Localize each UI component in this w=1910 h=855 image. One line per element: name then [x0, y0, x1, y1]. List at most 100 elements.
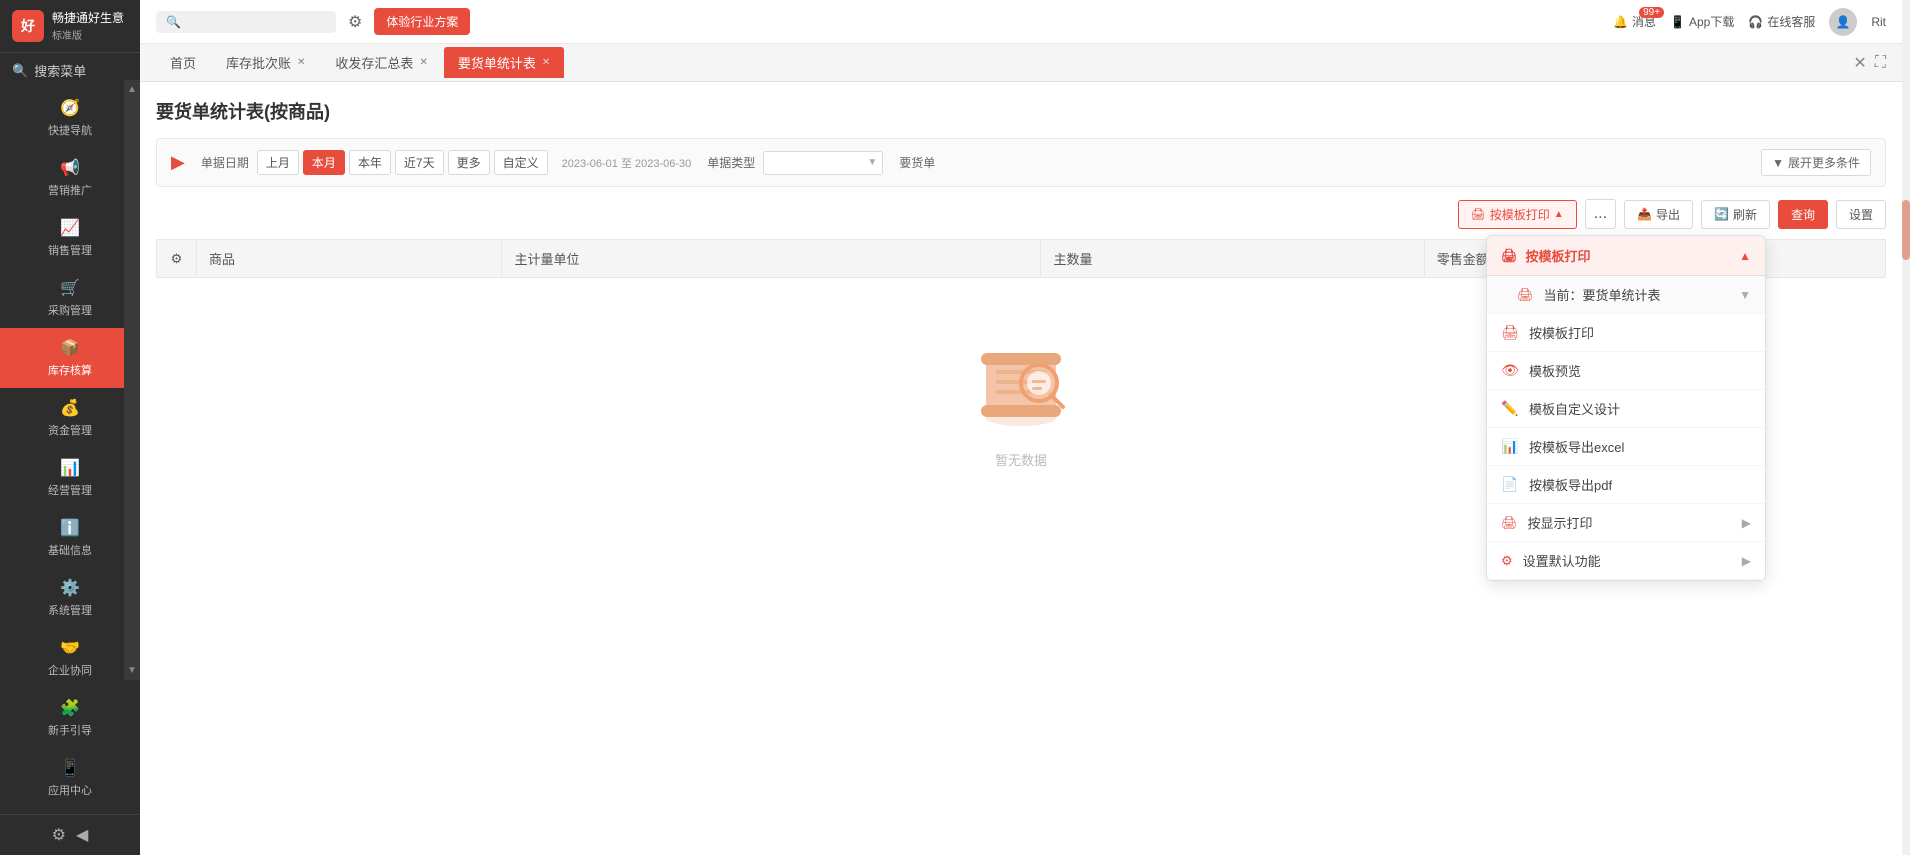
- template-excel-icon: 📊: [1501, 438, 1519, 455]
- operations-icon: 📊: [60, 458, 80, 478]
- print-btn-label: 按模板打印: [1490, 206, 1550, 223]
- tab-order-summary[interactable]: 要货单统计表 ✕: [444, 47, 564, 78]
- collapse-icon[interactable]: ◀: [76, 825, 88, 845]
- app-version: 标准版: [52, 27, 124, 42]
- nav-label: 经营管理: [48, 482, 92, 498]
- more-date-btn[interactable]: 更多: [448, 150, 490, 175]
- sidebar-item-quick-nav[interactable]: 🧭 快捷导航: [0, 88, 140, 148]
- online-service-btn[interactable]: 🎧 在线客服: [1748, 13, 1815, 30]
- settings-label: 设置: [1849, 206, 1873, 223]
- user-name: Rit: [1871, 15, 1886, 29]
- this-month-btn[interactable]: 本月: [303, 150, 345, 175]
- finance-icon: 💰: [60, 398, 80, 418]
- refresh-btn[interactable]: 🔄 刷新: [1701, 200, 1770, 229]
- settings-btn[interactable]: 设置: [1836, 200, 1886, 229]
- sidebar-item-finance[interactable]: 💰 资金管理: [0, 388, 140, 448]
- sidebar-item-marketing[interactable]: 📢 营销推广: [0, 148, 140, 208]
- current-template-label: 当前：要货单统计表: [1544, 285, 1661, 304]
- dropdown-template-excel[interactable]: 📊 按模板导出excel: [1487, 428, 1765, 466]
- sidebar-item-guide[interactable]: 🧩 新手引导: [0, 688, 140, 748]
- last-7-days-btn[interactable]: 近7天: [395, 150, 444, 175]
- refresh-label: 刷新: [1733, 206, 1757, 223]
- expand-window-btn[interactable]: ⛶: [1875, 54, 1886, 72]
- tab-close-receipt-summary[interactable]: ✕: [419, 57, 427, 68]
- more-btn[interactable]: ...: [1585, 199, 1616, 229]
- experience-btn[interactable]: 体验行业方案: [374, 8, 470, 35]
- logo-icon: 好: [12, 10, 44, 42]
- sidebar-item-appstore[interactable]: 📱 应用中心: [0, 748, 140, 808]
- system-icon: ⚙️: [60, 578, 80, 598]
- template-preview-label: 模板预览: [1529, 361, 1581, 380]
- right-scrollbar[interactable]: [1902, 0, 1910, 855]
- type-filter-label: 单据类型: [707, 154, 755, 171]
- tab-receipt-summary[interactable]: 收发存汇总表 ✕: [321, 47, 441, 78]
- query-btn[interactable]: 查询: [1778, 200, 1828, 229]
- export-icon: 📤: [1637, 207, 1652, 221]
- custom-date-btn[interactable]: 自定义: [494, 150, 548, 175]
- nav-label: 营销推广: [48, 182, 92, 198]
- sidebar-item-system[interactable]: ⚙️ 系统管理: [0, 568, 140, 628]
- col-settings[interactable]: ⚙: [157, 240, 197, 278]
- sidebar-item-collab[interactable]: 🤝 企业协同: [0, 628, 140, 688]
- print-template-btn[interactable]: 🖨 按模板打印 ▲: [1458, 200, 1577, 229]
- notification-btn[interactable]: 🔔 消息 99+: [1613, 13, 1656, 30]
- col-product: 商品: [197, 240, 502, 278]
- close-window-btn[interactable]: ✕: [1853, 53, 1866, 73]
- nav-label: 快捷导航: [48, 122, 92, 138]
- template-design-icon: ✏️: [1501, 400, 1519, 417]
- megaphone-icon: 📢: [60, 158, 80, 178]
- dropdown-template-design[interactable]: ✏️ 模板自定义设计: [1487, 390, 1765, 428]
- dropdown-display-print[interactable]: 🖨 按显示打印 ▶: [1487, 504, 1765, 542]
- sidebar-scroll-down[interactable]: ▼: [127, 665, 137, 676]
- print-dropdown: 🖨 按模板打印 ▲ 🖨 当前：要货单统计表 ▼ 🖨 按模板打印: [1486, 235, 1766, 581]
- tab-home[interactable]: 首页: [156, 47, 210, 78]
- avatar[interactable]: 👤: [1829, 8, 1857, 36]
- sidebar-item-sales[interactable]: 📈 销售管理: [0, 208, 140, 268]
- template-design-label: 模板自定义设计: [1529, 399, 1620, 418]
- sidebar-item-purchase[interactable]: 🛒 采购管理: [0, 268, 140, 328]
- sidebar-item-operations[interactable]: 📊 经营管理: [0, 448, 140, 508]
- nav-label: 新手引导: [48, 722, 92, 738]
- tab-close-order-summary[interactable]: ✕: [542, 57, 550, 68]
- set-default-label: 设置默认功能: [1523, 551, 1601, 570]
- date-btn-group: 上月 本月 本年 近7天 更多 自定义: [257, 150, 548, 175]
- dropdown-template-pdf[interactable]: 📄 按模板导出pdf: [1487, 466, 1765, 504]
- expand-more-btn[interactable]: ▼ 展开更多条件: [1761, 149, 1871, 176]
- tab-label: 收发存汇总表: [335, 53, 413, 72]
- bell-icon: 🔔: [1613, 15, 1628, 29]
- filter-expand-icon[interactable]: ▶: [171, 152, 185, 173]
- nav-label: 基础信息: [48, 542, 92, 558]
- tab-close-inventory-batch[interactable]: ✕: [297, 57, 305, 68]
- dropdown-template-preview[interactable]: 👁 模板预览: [1487, 352, 1765, 390]
- page-title: 要货单统计表(按商品): [156, 98, 1886, 124]
- tab-inventory-batch[interactable]: 库存批次账 ✕: [212, 47, 319, 78]
- prev-month-btn[interactable]: 上月: [257, 150, 299, 175]
- current-template-left: 🖨 当前：要货单统计表: [1517, 285, 1661, 304]
- sidebar-item-basic[interactable]: ℹ️ 基础信息: [0, 508, 140, 568]
- toolbar: 🖨 按模板打印 ▲ ... 📤 导出 🔄 刷新 查询 设置: [156, 199, 1886, 229]
- export-label: 导出: [1656, 206, 1680, 223]
- nav-label: 资金管理: [48, 422, 92, 438]
- dropdown-collapse-icon[interactable]: ▲: [1739, 249, 1751, 263]
- settings-icon[interactable]: ⚙: [52, 825, 66, 845]
- date-filter-group: 单据日期 上月 本月 本年 近7天 更多 自定义 2023-06-01 至 20…: [201, 150, 691, 175]
- current-template-item[interactable]: 🖨 当前：要货单统计表 ▼: [1487, 276, 1765, 314]
- template-excel-label: 按模板导出excel: [1529, 437, 1624, 456]
- topbar-search[interactable]: 🔍: [156, 11, 336, 33]
- dropdown-template-print[interactable]: 🖨 按模板打印: [1487, 314, 1765, 352]
- this-year-btn[interactable]: 本年: [349, 150, 391, 175]
- type-select[interactable]: [763, 151, 883, 175]
- dropdown-set-default[interactable]: ⚙ 设置默认功能 ▶: [1487, 542, 1765, 580]
- sidebar-item-inventory[interactable]: 📦 库存核算: [0, 328, 140, 388]
- sidebar-scroll-up[interactable]: ▲: [127, 84, 137, 95]
- search-menu-item[interactable]: 🔍 搜索菜单: [0, 53, 140, 88]
- display-print-icon: 🖨: [1501, 515, 1518, 531]
- compass-icon: 🧭: [60, 98, 80, 118]
- nav-label: 系统管理: [48, 602, 92, 618]
- scrollbar-thumb[interactable]: [1902, 200, 1910, 260]
- display-print-arrow: ▶: [1742, 516, 1751, 530]
- purchase-icon: 🛒: [60, 278, 80, 298]
- app-download-btn[interactable]: 📱 App下载: [1670, 13, 1734, 30]
- export-btn[interactable]: 📤 导出: [1624, 200, 1693, 229]
- gear-icon[interactable]: ⚙: [348, 12, 362, 32]
